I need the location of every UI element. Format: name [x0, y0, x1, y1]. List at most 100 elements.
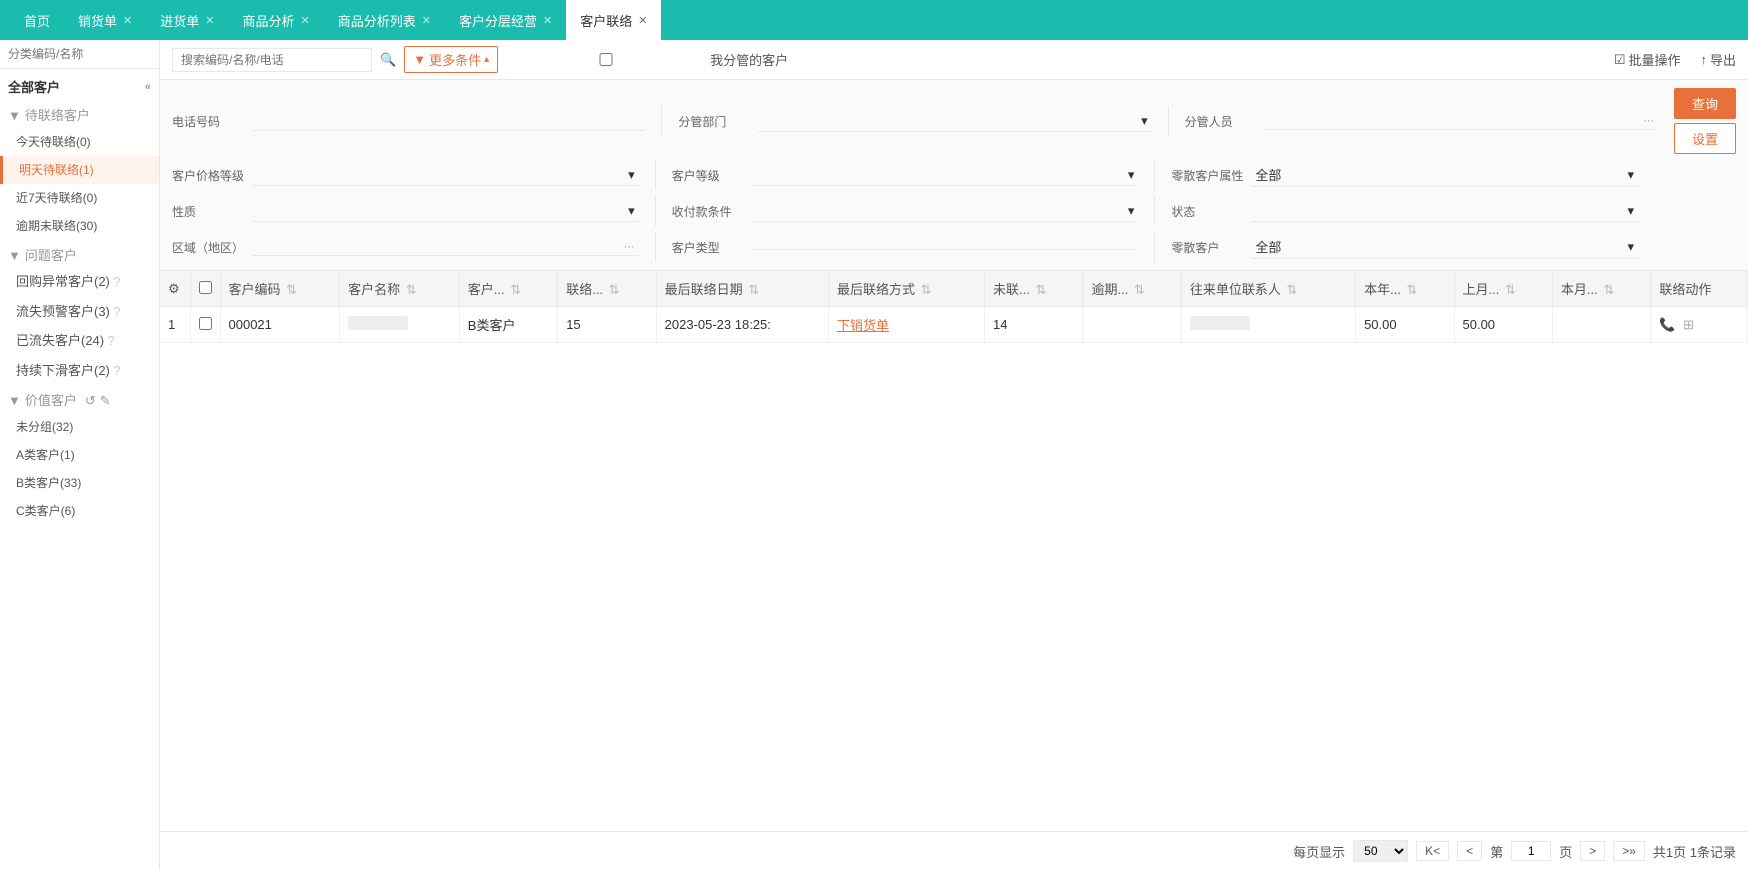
filter-gender: 性质 — [172, 201, 639, 222]
sidebar-item-loss-warning[interactable]: 流失预警客户(3) ? — [0, 297, 159, 327]
col-last-contact-date: 最后联络日期 ⇅ — [656, 271, 828, 307]
nav-customer-contact[interactable]: 客户联络 ✕ — [566, 0, 661, 40]
sort-icon[interactable]: ⇅ — [1505, 282, 1516, 297]
filter-customer-level: 客户等级 — [672, 165, 1139, 186]
cell-type: B类客户 — [459, 307, 557, 343]
close-icon[interactable]: ✕ — [123, 14, 132, 27]
cell-last-date: 2023-05-23 18:25: — [656, 307, 828, 343]
help-icon: ? — [113, 363, 120, 378]
search-input[interactable] — [172, 48, 372, 72]
manager-select[interactable]: ··· — [1265, 113, 1658, 130]
customer-type-select[interactable] — [752, 245, 1139, 250]
nav-customer-layer[interactable]: 客户分层经营 ✕ — [445, 0, 566, 40]
gender-select[interactable] — [252, 201, 639, 222]
all-customers-header[interactable]: 全部客户 « — [0, 69, 159, 100]
sidebar-item-unclassified[interactable]: 未分组(32) — [0, 413, 159, 441]
checkbox-icon: ☑ — [1614, 52, 1626, 68]
sort-icon[interactable]: ⇅ — [1134, 282, 1145, 297]
select-all-checkbox[interactable] — [199, 281, 212, 294]
status-select[interactable] — [1251, 201, 1638, 222]
sort-icon[interactable]: ⇅ — [406, 282, 417, 297]
phone-input[interactable] — [252, 112, 645, 131]
table-row: 1 000021 B类客户 15 2023-05-23 18:25: 下销货单 — [160, 307, 1748, 343]
cell-code: 000021 — [220, 307, 340, 343]
col-customer-name: 客户名称 ⇅ — [340, 271, 460, 307]
chevron-down-icon — [628, 167, 635, 183]
nav-product-analysis[interactable]: 商品分析 ✕ — [228, 0, 323, 40]
my-customers-checkbox-group[interactable]: 我分管的客户 — [506, 50, 788, 69]
nav-purchase[interactable]: 进货单 ✕ — [146, 0, 228, 40]
sort-icon[interactable]: ⇅ — [921, 282, 932, 297]
dept-select[interactable] — [758, 111, 1151, 132]
retail-customer-select[interactable]: 全部 — [1251, 235, 1638, 259]
sort-icon[interactable]: ⇅ — [510, 282, 521, 297]
nav-sales[interactable]: 销货单 ✕ — [64, 0, 146, 40]
cell-this-year: 50.00 — [1356, 307, 1454, 343]
sidebar-item-class-b[interactable]: B类客户(33) — [0, 469, 159, 497]
more-filters-button[interactable]: ▼ 更多条件 ▴ — [404, 46, 498, 73]
sidebar-item-overdue-contact[interactable]: 逾期未联络(30) — [0, 212, 159, 240]
row-checkbox[interactable] — [199, 317, 212, 330]
close-icon[interactable]: ✕ — [638, 14, 647, 27]
retail-attr-select[interactable]: 全部 — [1251, 163, 1638, 187]
region-select[interactable]: ··· — [252, 239, 639, 256]
collapse-icon: « — [145, 81, 151, 93]
page-size-select[interactable]: 50 100 200 — [1353, 840, 1408, 862]
nav-home[interactable]: 首页 — [10, 0, 64, 40]
query-button[interactable]: 查询 — [1674, 88, 1736, 119]
set-button[interactable]: 设置 — [1674, 123, 1736, 154]
settings-icon[interactable]: ⚙ — [168, 281, 180, 296]
sidebar-item-week-contact[interactable]: 近7天待联络(0) — [0, 184, 159, 212]
close-icon[interactable]: ✕ — [301, 14, 310, 27]
last-page-button[interactable]: >» — [1613, 841, 1645, 861]
customer-price-select[interactable] — [252, 165, 639, 186]
cell-last-month: 50.00 — [1454, 307, 1552, 343]
customer-level-select[interactable] — [752, 165, 1139, 186]
blurred-name — [348, 316, 408, 330]
cell-name — [340, 307, 460, 343]
phone-action-icon[interactable]: 📞 — [1659, 317, 1675, 332]
last-method-link[interactable]: 下销货单 — [837, 318, 889, 333]
edit-icon[interactable]: ✎ — [100, 391, 111, 411]
first-page-button[interactable]: K< — [1416, 841, 1449, 861]
sidebar-item-declining[interactable]: 持续下滑客户(2) ? — [0, 356, 159, 386]
triangle-icon: ▼ — [8, 246, 21, 266]
sort-icon[interactable]: ⇅ — [1287, 282, 1298, 297]
sidebar-search-input[interactable] — [8, 47, 160, 61]
nav-product-analysis-list[interactable]: 商品分析列表 ✕ — [324, 0, 445, 40]
sort-icon[interactable]: ⇅ — [748, 282, 759, 297]
payment-select[interactable] — [752, 201, 1139, 222]
sidebar-item-today-contact[interactable]: 今天待联络(0) — [0, 128, 159, 156]
sidebar-item-class-a[interactable]: A类客户(1) — [0, 441, 159, 469]
sidebar-item-class-c[interactable]: C类客户(6) — [0, 497, 159, 525]
prev-page-button[interactable]: < — [1457, 841, 1482, 861]
sort-icon[interactable]: ⇅ — [1603, 282, 1614, 297]
sidebar-item-tomorrow-contact[interactable]: 明天待联络(1) — [0, 156, 159, 184]
refresh-icon[interactable]: ↺ — [85, 391, 96, 411]
customer-table: ⚙ 客户编码 ⇅ 客户名称 ⇅ — [160, 271, 1748, 343]
sort-icon[interactable]: ⇅ — [1407, 282, 1418, 297]
export-button[interactable]: ↑ 导出 — [1700, 50, 1736, 69]
filter-customer-price: 客户价格等级 — [172, 165, 639, 186]
sidebar-item-lost[interactable]: 已流失客户(24) ? — [0, 326, 159, 356]
cell-contact-count: 15 — [558, 307, 656, 343]
close-icon[interactable]: ✕ — [205, 14, 214, 27]
chevron-down-icon — [1141, 113, 1148, 129]
sidebar-item-repurchase-abnormal[interactable]: 回购异常客户(2) ? — [0, 267, 159, 297]
table-wrapper: ⚙ 客户编码 ⇅ 客户名称 ⇅ — [160, 271, 1748, 831]
sort-icon[interactable]: ⇅ — [286, 282, 297, 297]
sort-icon[interactable]: ⇅ — [1036, 282, 1047, 297]
sort-icon[interactable]: ⇅ — [609, 282, 620, 297]
page-number-input[interactable] — [1511, 841, 1551, 861]
close-icon[interactable]: ✕ — [543, 14, 552, 27]
batch-ops-button[interactable]: ☑ 批量操作 — [1614, 50, 1681, 69]
cell-last-method: 下销货单 — [829, 307, 985, 343]
wait-contact-section: ▼ 待联络客户 — [0, 100, 159, 128]
next-page-button[interactable]: > — [1580, 841, 1605, 861]
close-icon[interactable]: ✕ — [422, 14, 431, 27]
cell-this-month — [1552, 307, 1650, 343]
my-customers-checkbox[interactable] — [506, 53, 706, 66]
more-action-icon[interactable]: ⊞ — [1683, 317, 1694, 332]
filter-search-button[interactable]: 🔍 — [380, 52, 396, 68]
sidebar-search-bar: 🔍 — [0, 40, 159, 69]
